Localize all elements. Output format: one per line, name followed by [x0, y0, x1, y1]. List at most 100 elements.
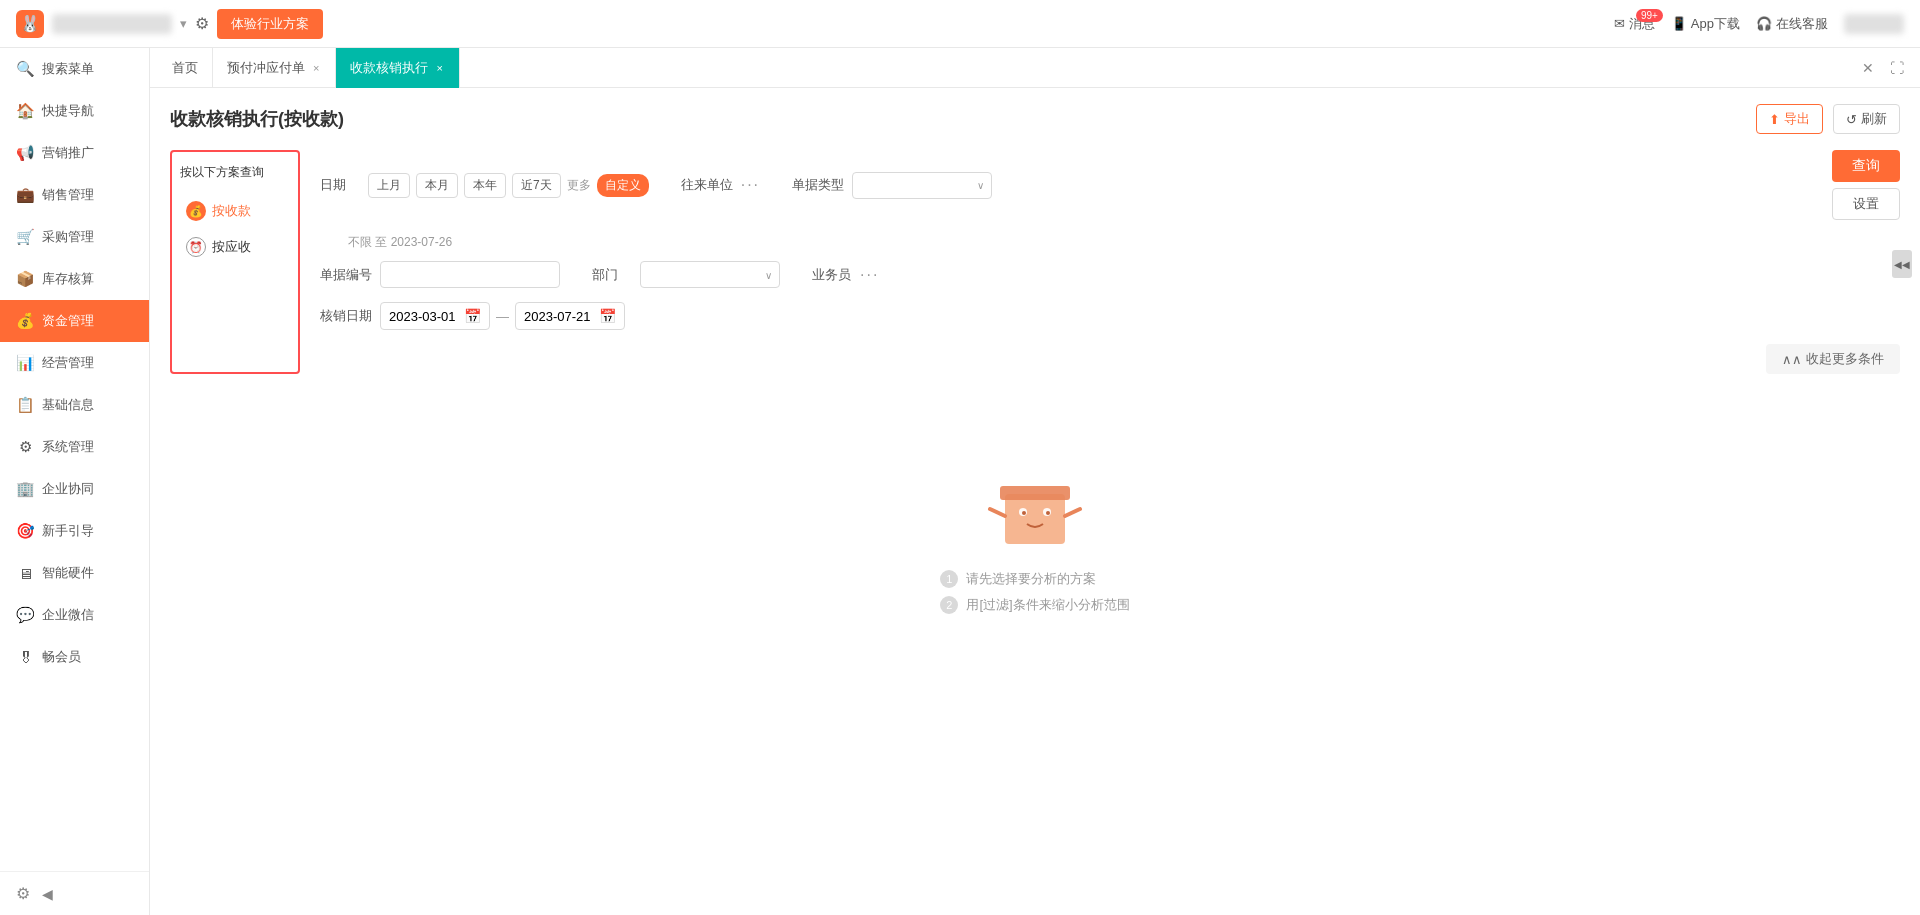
collapse-icon: ◀◀ [1894, 259, 1910, 270]
sidebar: 🔍 搜索菜单 🏠 快捷导航 📢 营销推广 💼 销售管理 🛒 采购管理 📦 库存核… [0, 48, 150, 915]
filter-option-by-receipt[interactable]: 💰 按收款 [180, 193, 290, 229]
settings-button[interactable]: 设置 [1832, 188, 1900, 220]
voucher-no-input[interactable] [380, 261, 560, 288]
tab-receipt-label: 收款核销执行 [350, 59, 428, 77]
sidebar-item-label: 企业协同 [42, 480, 94, 498]
sidebar-item-label: 基础信息 [42, 396, 94, 414]
sidebar-item-label: 库存核算 [42, 270, 94, 288]
partner-ellipsis[interactable]: ··· [741, 176, 760, 194]
collapse-more-row: ∧∧ 收起更多条件 [320, 344, 1900, 374]
voucher-type-field: 单据类型 ∨ [792, 172, 992, 199]
verify-date-start-value: 2023-03-01 [389, 309, 456, 324]
hint-text-1: 请先选择要分析的方案 [966, 570, 1096, 588]
refresh-button[interactable]: ↺ 刷新 [1833, 104, 1900, 134]
sidebar-item-search-menu[interactable]: 🔍 搜索菜单 [0, 48, 149, 90]
tab-receipt-verify[interactable]: 收款核销执行 × [336, 48, 459, 88]
sidebar-item-member[interactable]: 🎖 畅会员 [0, 636, 149, 678]
tab-prepay[interactable]: 预付冲应付单 × [213, 48, 336, 88]
sidebar-gear-icon[interactable]: ⚙ [16, 884, 30, 903]
query-button[interactable]: 查询 [1832, 150, 1900, 182]
tab-receipt-close[interactable]: × [434, 62, 444, 74]
sidebar-item-sales[interactable]: 💼 销售管理 [0, 174, 149, 216]
sidebar-item-label: 畅会员 [42, 648, 81, 666]
sidebar-item-system[interactable]: ⚙ 系统管理 [0, 426, 149, 468]
sidebar-collapse-icon[interactable]: ◀ [42, 886, 53, 902]
sidebar-item-wechat[interactable]: 💬 企业微信 [0, 594, 149, 636]
app-logo-icon: 🐰 [16, 10, 44, 38]
inventory-icon: 📦 [16, 270, 34, 288]
filter-area: 按以下方案查询 💰 按收款 ⏰ 按应收 ◀◀ [170, 150, 1900, 374]
date-btn-group: 上月 本月 本年 近7天 更多 自定义 [368, 173, 649, 198]
voucher-no-label: 单据编号 [320, 266, 372, 284]
tab-home[interactable]: 首页 [158, 48, 213, 88]
hint-num-2: 2 [940, 596, 958, 614]
message-button[interactable]: ✉ 消息 99+ [1614, 15, 1655, 33]
sidebar-item-label: 智能硬件 [42, 564, 94, 582]
calendar-start-icon: 📅 [464, 308, 481, 324]
sidebar-item-label: 新手引导 [42, 522, 94, 540]
sidebar-item-basic-info[interactable]: 📋 基础信息 [0, 384, 149, 426]
date-more[interactable]: 更多 [567, 177, 591, 194]
sidebar-item-business[interactable]: 📊 经营管理 [0, 342, 149, 384]
filter-option-by-receivable[interactable]: ⏰ 按应收 [180, 229, 290, 265]
business-icon: 📊 [16, 354, 34, 372]
search-icon: 🔍 [16, 60, 34, 78]
date-btn-last-month[interactable]: 上月 [368, 173, 410, 198]
partner-label: 往来单位 [681, 176, 733, 194]
sidebar-item-inventory[interactable]: 📦 库存核算 [0, 258, 149, 300]
tab-prepay-close[interactable]: × [311, 62, 321, 74]
sidebar-item-hardware[interactable]: 🖥 智能硬件 [0, 552, 149, 594]
date-btn-this-month[interactable]: 本月 [416, 173, 458, 198]
receipt-option-icon: 💰 [186, 201, 206, 221]
date-field: 日期 上月 本月 本年 近7天 更多 自定义 [320, 173, 649, 198]
sidebar-item-finance[interactable]: 💰 资金管理 [0, 300, 149, 342]
finance-icon: 💰 [16, 312, 34, 330]
tab-expand-icon[interactable]: ⛶ [1886, 56, 1908, 80]
guide-icon: 🎯 [16, 522, 34, 540]
sidebar-item-guide[interactable]: 🎯 新手引导 [0, 510, 149, 552]
empty-hint-1: 1 请先选择要分析的方案 [940, 570, 1129, 588]
header-left: 🐰 ▾ ⚙ 体验行业方案 [16, 9, 323, 39]
export-button[interactable]: ⬆ 导出 [1756, 104, 1823, 134]
logo-area: 🐰 [16, 10, 44, 38]
sidebar-item-label: 快捷导航 [42, 102, 94, 120]
collapse-more-button[interactable]: ∧∧ 收起更多条件 [1766, 344, 1900, 374]
sidebar-item-purchase[interactable]: 🛒 采购管理 [0, 216, 149, 258]
date-btn-7days[interactable]: 近7天 [512, 173, 561, 198]
app-download-button[interactable]: 📱 App下载 [1671, 15, 1740, 33]
sidebar-item-label: 系统管理 [42, 438, 94, 456]
page-inner: 收款核销执行(按收款) ⬆ 导出 ↺ 刷新 [150, 88, 1920, 915]
empty-hints: 1 请先选择要分析的方案 2 用[过滤]条件来缩小分析范围 [940, 570, 1129, 614]
voucher-type-select[interactable] [852, 172, 992, 199]
header-right: ✉ 消息 99+ 📱 App下载 🎧 在线客服 [1614, 14, 1904, 34]
svg-line-7 [1065, 509, 1080, 516]
sales-icon: 💼 [16, 186, 34, 204]
sidebar-item-quick-nav[interactable]: 🏠 快捷导航 [0, 90, 149, 132]
empty-state: 1 请先选择要分析的方案 2 用[过滤]条件来缩小分析范围 [170, 374, 1900, 694]
date-separator: — [496, 309, 509, 324]
dept-select-wrapper: ∨ [640, 261, 780, 288]
svg-rect-0 [1005, 494, 1065, 544]
verify-date-end-input[interactable]: 2023-07-21 📅 [515, 302, 625, 330]
sidebar-item-marketing[interactable]: 📢 营销推广 [0, 132, 149, 174]
tab-home-label: 首页 [172, 59, 198, 77]
filter-row-1: 日期 上月 本月 本年 近7天 更多 自定义 [320, 150, 1900, 220]
dept-select[interactable] [640, 261, 780, 288]
tab-close-all-icon[interactable]: ✕ [1858, 56, 1878, 80]
page-content: 收款核销执行(按收款) ⬆ 导出 ↺ 刷新 [150, 88, 1920, 915]
staff-ellipsis[interactable]: ··· [860, 266, 879, 284]
date-custom-badge[interactable]: 自定义 [597, 174, 649, 197]
settings-icon[interactable]: ⚙ [195, 14, 209, 33]
page-title-bar: 收款核销执行(按收款) ⬆ 导出 ↺ 刷新 [170, 104, 1900, 134]
message-icon: ✉ [1614, 16, 1625, 31]
online-service-button[interactable]: 🎧 在线客服 [1756, 15, 1828, 33]
filter-collapse-button[interactable]: ◀◀ [1892, 250, 1912, 278]
sidebar-item-enterprise[interactable]: 🏢 企业协同 [0, 468, 149, 510]
message-badge: 99+ [1636, 9, 1663, 22]
voucher-type-select-wrapper: ∨ [852, 172, 992, 199]
dropdown-icon[interactable]: ▾ [180, 16, 187, 31]
industry-solution-button[interactable]: 体验行业方案 [217, 9, 323, 39]
sidebar-item-label: 经营管理 [42, 354, 94, 372]
verify-date-start-input[interactable]: 2023-03-01 📅 [380, 302, 490, 330]
date-btn-this-year[interactable]: 本年 [464, 173, 506, 198]
